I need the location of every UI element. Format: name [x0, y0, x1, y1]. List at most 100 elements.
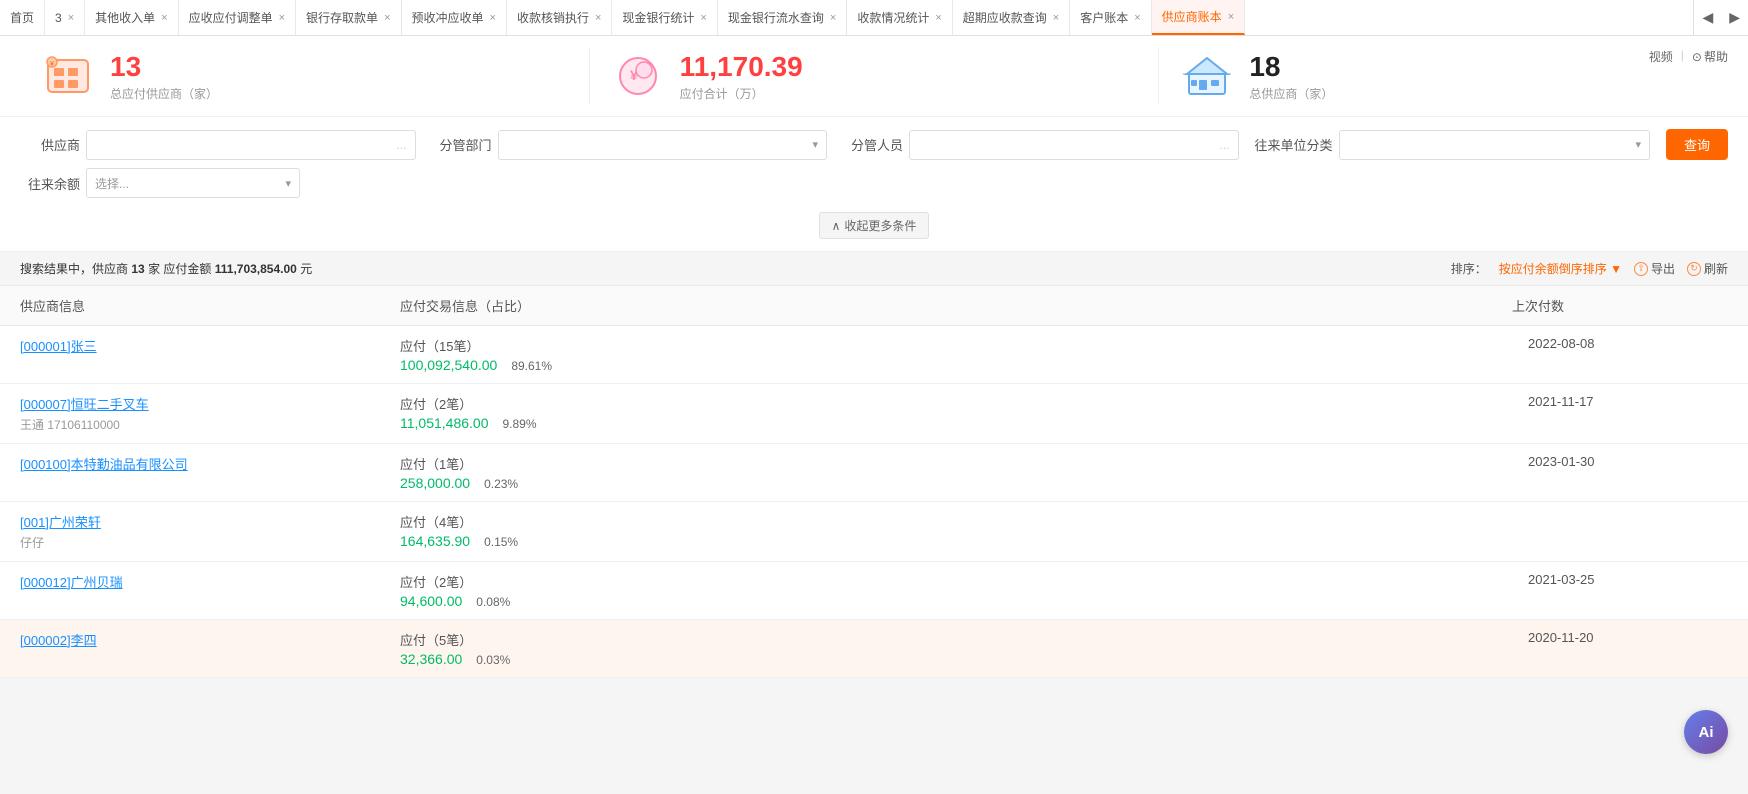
- total-payable-suppliers-label: 总应付供应商（家）: [110, 85, 218, 102]
- nav-tab-ar-adjust-label: 应收应付调整单: [189, 9, 273, 26]
- nav-tab-3[interactable]: 3 ×: [45, 0, 85, 35]
- video-link[interactable]: 视频: [1649, 48, 1673, 65]
- person-input[interactable]: ...: [909, 130, 1239, 160]
- refresh-icon: ↻: [1687, 262, 1701, 276]
- help-link[interactable]: ⊙ 帮助: [1692, 48, 1728, 65]
- nav-tab-collection[interactable]: 收款核销执行 ×: [507, 0, 612, 35]
- supplier-link[interactable]: [000002]李四: [20, 630, 400, 649]
- payable-row: 32,366.00 0.03%: [400, 649, 1528, 667]
- svg-text:¥: ¥: [50, 61, 54, 68]
- nav-tab-cash-stat[interactable]: 现金银行统计 ×: [612, 0, 717, 35]
- filter-dept: 分管部门 ▾: [432, 130, 828, 160]
- filter-person: 分管人员 ...: [843, 130, 1239, 160]
- nav-tab-other-income[interactable]: 其他收入单 ×: [85, 0, 178, 35]
- payable-percent: 0.15%: [484, 535, 518, 549]
- export-button[interactable]: ⇧ 导出: [1634, 260, 1675, 277]
- supplier-cell: [001]广州荣轩 仔仔: [20, 512, 400, 551]
- help-label: 帮助: [1704, 48, 1728, 65]
- nav-tab-overdue[interactable]: 超期应收款查询 ×: [953, 0, 1070, 35]
- payable-amount[interactable]: 100,092,540.00: [400, 357, 497, 373]
- result-info: 搜索结果中，供应商 13 家 应付金额 111,703,854.00 元: [20, 260, 312, 277]
- table-row: [000100]本特勤油品有限公司 应付（1笔） 258,000.00 0.23…: [0, 444, 1748, 502]
- payable-cell: 应付（1笔） 258,000.00 0.23%: [400, 454, 1528, 491]
- payable-amount[interactable]: 258,000.00: [400, 475, 470, 491]
- supplier-input[interactable]: ...: [86, 130, 416, 160]
- store-icon: [1179, 48, 1235, 104]
- close-icon[interactable]: ×: [279, 12, 285, 24]
- nav-tab-home[interactable]: 首页: [0, 0, 45, 35]
- nav-tab-overdue-label: 超期应收款查询: [963, 9, 1047, 26]
- nav-tab-cash-flow[interactable]: 现金银行流水查询 ×: [718, 0, 847, 35]
- close-icon[interactable]: ×: [384, 12, 390, 24]
- table-row-inner: [000100]本特勤油品有限公司 应付（1笔） 258,000.00 0.23…: [0, 444, 1748, 501]
- supplier-sub: 仔仔: [20, 534, 400, 551]
- nav-tab-collection-stat[interactable]: 收款情况统计 ×: [847, 0, 952, 35]
- supplier-link[interactable]: [000100]本特勤油品有限公司: [20, 454, 400, 473]
- filter-row-2: 往来余额 选择... ▾: [20, 168, 300, 198]
- table-row-inner: [000007]恒旺二手叉车 王通 17106110000 应付（2笔） 11,…: [0, 384, 1748, 443]
- sort-select[interactable]: 按应付余额倒序排序 ▼: [1499, 260, 1622, 277]
- supplier-link[interactable]: [001]广州荣轩: [20, 512, 400, 531]
- supplier-cell: [000002]李四: [20, 630, 400, 649]
- payable-cell: 应付（15笔） 100,092,540.00 89.61%: [400, 336, 1528, 373]
- close-icon[interactable]: ×: [161, 12, 167, 24]
- summary-bar: ¥ 13 总应付供应商（家） ¥ 11,170.39 应付合计（万）: [0, 36, 1748, 117]
- supplier-link[interactable]: [000007]恒旺二手叉车: [20, 394, 400, 413]
- nav-tab-advance[interactable]: 预收冲应收单 ×: [402, 0, 507, 35]
- payable-amount[interactable]: 94,600.00: [400, 593, 462, 609]
- table-row-inner: [000012]广州贝瑞 应付（2笔） 94,600.00 0.08% 2021…: [0, 562, 1748, 619]
- summary-content-amount: 11,170.39 应付合计（万）: [680, 50, 803, 103]
- balance-placeholder: 选择...: [95, 175, 129, 192]
- payable-percent: 9.89%: [503, 417, 537, 431]
- total-payable-amount-label: 应付合计（万）: [680, 85, 803, 102]
- payable-cell: 应付（5笔） 32,366.00 0.03%: [400, 630, 1528, 667]
- dept-select[interactable]: ▾: [498, 130, 828, 160]
- payable-row: 258,000.00 0.23%: [400, 473, 1528, 491]
- close-icon[interactable]: ×: [1053, 12, 1059, 24]
- refresh-button[interactable]: ↻ 刷新: [1687, 260, 1728, 277]
- balance-select[interactable]: 选择... ▾: [86, 168, 300, 198]
- nav-tab-customer-ledger[interactable]: 客户账本 ×: [1070, 0, 1151, 35]
- help-icon: ⊙: [1692, 50, 1702, 64]
- payable-row: 11,051,486.00 9.89%: [400, 413, 1528, 431]
- nav-tab-3-label: 3: [55, 11, 62, 25]
- nav-tab-bank-deposit[interactable]: 银行存取款单 ×: [296, 0, 401, 35]
- supplier-link[interactable]: [000001]张三: [20, 336, 400, 355]
- payable-amount[interactable]: 32,366.00: [400, 651, 462, 667]
- payable-label: 应付（1笔）: [400, 454, 1528, 473]
- payable-amount[interactable]: 164,635.90: [400, 533, 470, 549]
- payable-row: 100,092,540.00 89.61%: [400, 355, 1528, 373]
- filter-row-1: 供应商 ... 分管部门 ▾ 分管人员 ... 往来单位分类 ▾ 查询: [20, 129, 1728, 160]
- close-icon[interactable]: ×: [830, 12, 836, 24]
- table-row: [001]广州荣轩 仔仔 应付（4笔） 164,635.90 0.15%: [0, 502, 1748, 562]
- nav-tab-ar-adjust[interactable]: 应收应付调整单 ×: [179, 0, 296, 35]
- payable-amount[interactable]: 11,051,486.00: [400, 415, 489, 431]
- table-row: [000002]李四 应付（5笔） 32,366.00 0.03% 2020-1…: [0, 620, 1748, 678]
- ai-assistant-button[interactable]: Ai: [1684, 710, 1728, 754]
- category-select[interactable]: ▾: [1339, 130, 1650, 160]
- close-icon[interactable]: ×: [700, 12, 706, 24]
- nav-tab-collection-stat-label: 收款情况统计: [857, 9, 929, 26]
- nav-tab-cash-stat-label: 现金银行统计: [622, 9, 694, 26]
- nav-prev-button[interactable]: ◀: [1694, 0, 1721, 36]
- close-icon[interactable]: ×: [68, 12, 74, 24]
- nav-tab-bank-deposit-label: 银行存取款单: [306, 9, 378, 26]
- result-bar: 搜索结果中，供应商 13 家 应付金额 111,703,854.00 元 排序：…: [0, 252, 1748, 286]
- supplier-link[interactable]: [000012]广州贝瑞: [20, 572, 400, 591]
- nav-tab-supplier-ledger[interactable]: 供应商账本 ×: [1152, 0, 1245, 35]
- close-icon[interactable]: ×: [490, 12, 496, 24]
- dept-label: 分管部门: [432, 135, 492, 154]
- filter-area: 供应商 ... 分管部门 ▾ 分管人员 ... 往来单位分类 ▾ 查询: [0, 117, 1748, 252]
- nav-next-button[interactable]: ▶: [1721, 0, 1748, 36]
- close-icon[interactable]: ×: [595, 12, 601, 24]
- payable-cell: 应付（2笔） 94,600.00 0.08%: [400, 572, 1528, 609]
- collapse-button[interactable]: ∧ 收起更多条件: [819, 212, 930, 239]
- close-icon[interactable]: ×: [1228, 11, 1234, 23]
- close-icon[interactable]: ×: [935, 12, 941, 24]
- supplier-table: 供应商信息 应付交易信息（占比） 上次付数 [000001]张三 应付（15笔）…: [0, 286, 1748, 678]
- amount-icon: ¥: [610, 48, 666, 104]
- query-button[interactable]: 查询: [1666, 129, 1728, 160]
- summary-content-suppliers: 13 总应付供应商（家）: [110, 50, 218, 103]
- close-icon[interactable]: ×: [1134, 12, 1140, 24]
- nav-tab-other-income-label: 其他收入单: [95, 9, 155, 26]
